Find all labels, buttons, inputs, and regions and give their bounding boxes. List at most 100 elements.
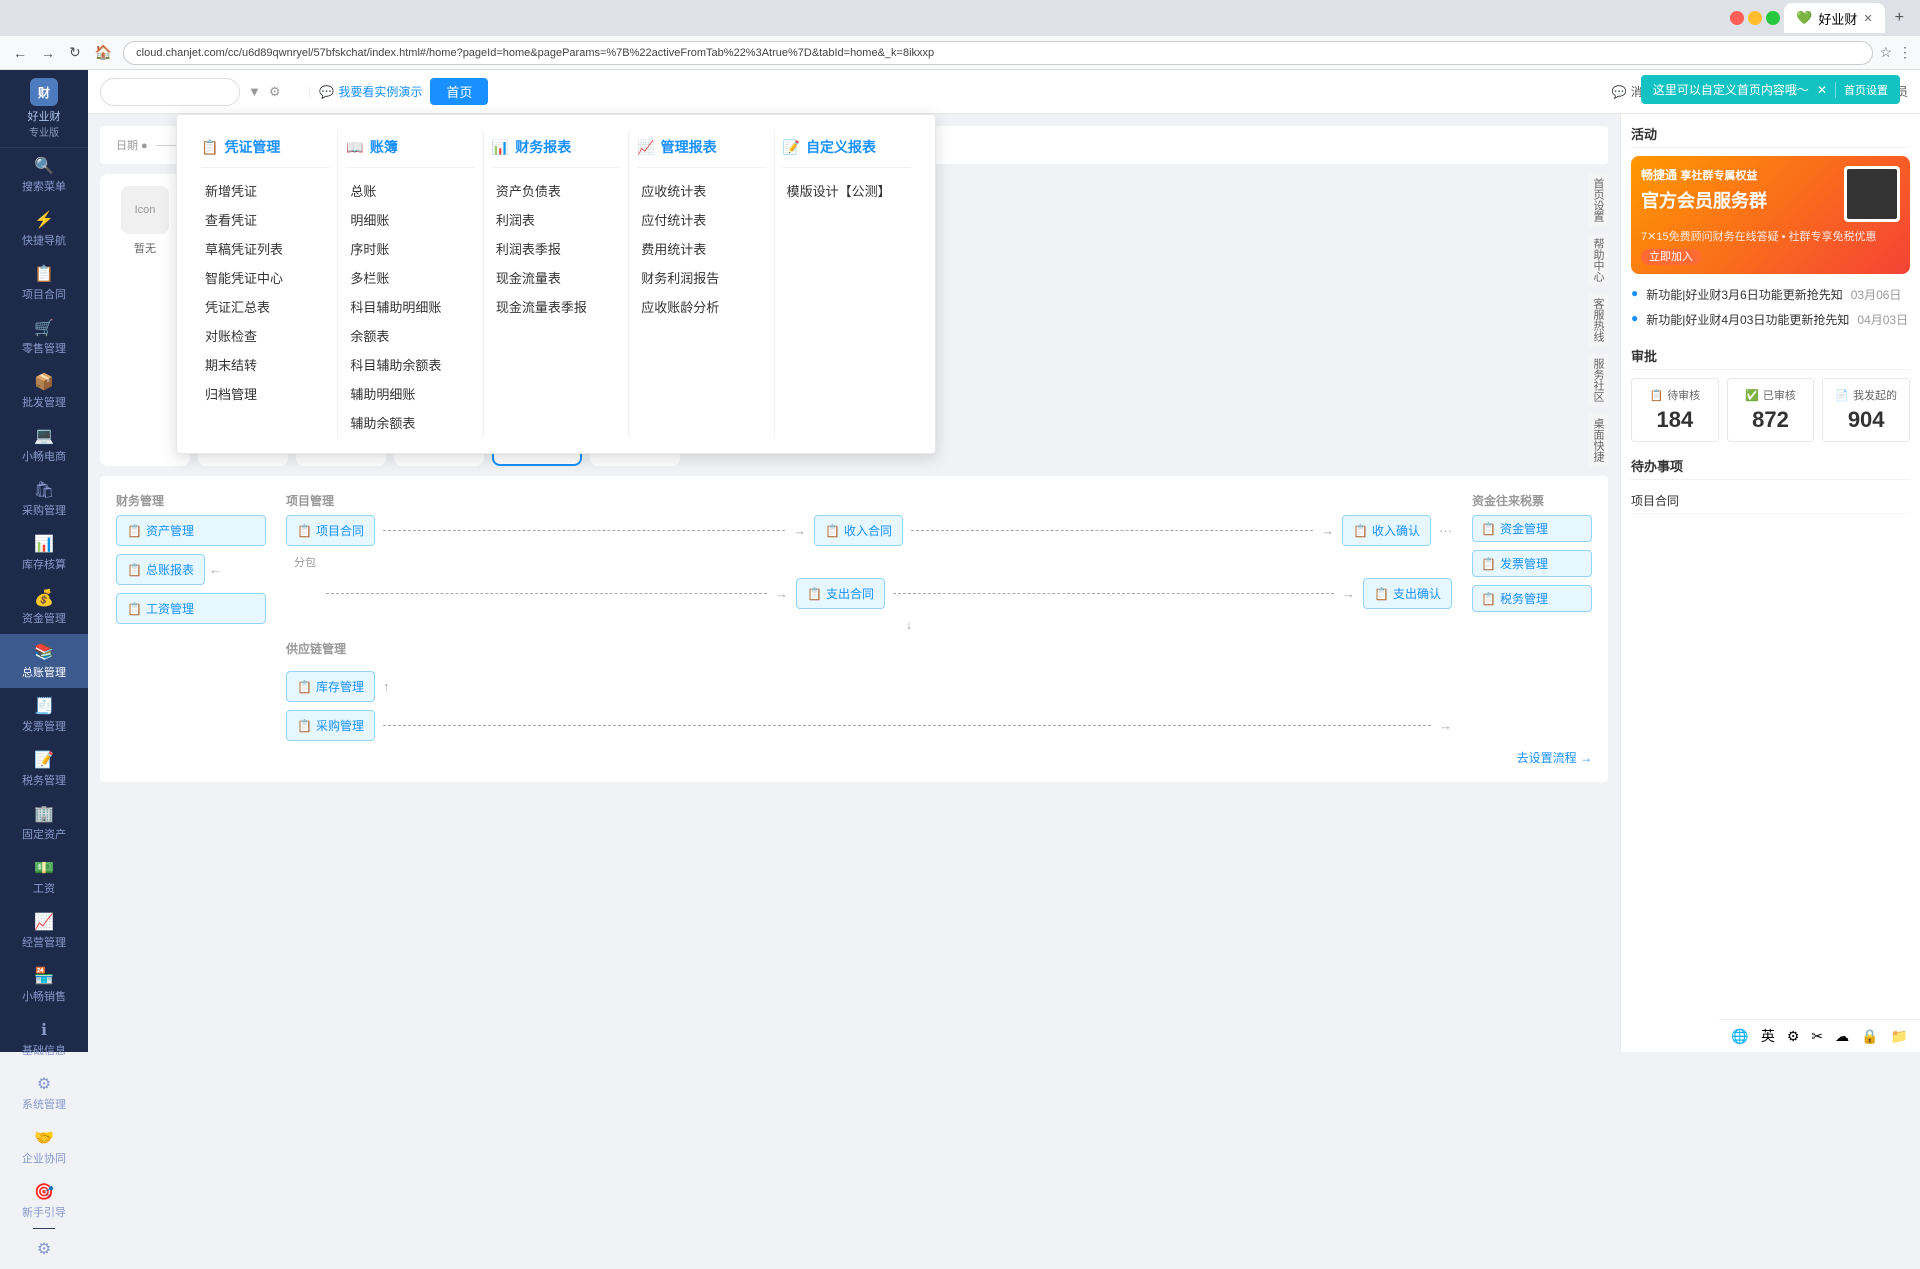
operations-icon: 📈 — [34, 912, 54, 932]
menu-item-subject-balance[interactable]: 科目辅助余额表 — [346, 350, 474, 379]
menu-item-archive[interactable]: 归档管理 — [201, 379, 329, 408]
sidebar-item-inventory[interactable]: 📊 库存核算 — [0, 526, 88, 580]
menu-item-profit-quarterly[interactable]: 利润表季报 — [492, 234, 620, 263]
tab-close-btn[interactable]: ✕ — [1863, 12, 1872, 25]
company-search-input[interactable] — [100, 78, 240, 106]
demo-btn[interactable]: 💬 我要看实例演示 — [319, 83, 422, 100]
menu-item-assist-balance[interactable]: 辅助余额表 — [346, 408, 474, 437]
mgmt-report-col-title: 管理报表 — [661, 137, 717, 157]
sidebar-item-fixed-assets[interactable]: 🏢 固定资产 — [0, 796, 88, 850]
menu-item-profit[interactable]: 利润表 — [492, 205, 620, 234]
quick-nav-icon: ⚡ — [34, 210, 54, 230]
sidebar-item-guide[interactable]: 🎯 新手引导 — [0, 1174, 88, 1228]
menu-item-subject-detail[interactable]: 科目辅助明细账 — [346, 292, 474, 321]
forward-btn[interactable]: → — [36, 42, 60, 63]
sidebar-item-payroll[interactable]: 💵 工资 — [0, 850, 88, 904]
menu-item-assist-detail[interactable]: 辅助明细账 — [346, 379, 474, 408]
dropdown-col-finance-report: 📊 财务报表 资产负债表 利润表 利润表季报 现金流量表 现金流量表季报 — [484, 131, 629, 437]
ledger-col-icon: 📖 — [346, 139, 363, 156]
col-header-voucher: 📋 凭证管理 — [201, 131, 329, 168]
sidebar-item-wholesale[interactable]: 📦 批发管理 — [0, 364, 88, 418]
sidebar-item-retail[interactable]: 🛒 零售管理 — [0, 310, 88, 364]
menu-item-balance-sheet[interactable]: 资产负债表 — [492, 176, 620, 205]
sidebar-label-collab: 企业协同 — [22, 1150, 66, 1166]
tab-home[interactable]: 首页 — [430, 78, 488, 105]
menu-item-detail-ledger[interactable]: 明细账 — [346, 205, 474, 234]
menu-item-payable-stat[interactable]: 应付统计表 — [637, 205, 765, 234]
win-max-btn[interactable] — [1766, 11, 1780, 25]
dropdown-col-ledger: 📖 账簿 总账 明细账 序时账 多栏账 科目辅助明细账 余额表 科目辅助余额表 … — [338, 131, 483, 437]
search-icon: 🔍 — [34, 156, 54, 176]
sidebar-item-project[interactable]: 📋 项目合同 — [0, 256, 88, 310]
menu-item-new-voucher[interactable]: 新增凭证 — [201, 176, 329, 205]
bookmark-icon[interactable]: ☆ — [1879, 44, 1892, 61]
sidebar-item-quick[interactable]: ⚡ 快捷导航 — [0, 202, 88, 256]
bottom-icon-2[interactable]: 英 — [1757, 1024, 1779, 1048]
tab-title: 好业财 — [1818, 9, 1857, 28]
menu-item-aging-analysis[interactable]: 应收账龄分析 — [637, 292, 765, 321]
sidebar-label-purchase: 采购管理 — [22, 502, 66, 518]
sidebar-item-purchase[interactable]: 🛍 采购管理 — [0, 472, 88, 526]
menu-item-draft-voucher[interactable]: 草稿凭证列表 — [201, 234, 329, 263]
sidebar-item-operations[interactable]: 📈 经营管理 — [0, 904, 88, 958]
dropdown-menu: 📋 凭证管理 新增凭证 查看凭证 草稿凭证列表 智能凭证中心 凭证汇总表 对账检… — [176, 114, 936, 454]
menu-item-period-close[interactable]: 期末结转 — [201, 350, 329, 379]
inventory-icon: 📊 — [34, 534, 54, 554]
url-text: cloud.chanjet.com/cc/u6d89qwnryel/57bfsk… — [136, 47, 934, 59]
menu-item-view-voucher[interactable]: 查看凭证 — [201, 205, 329, 234]
sidebar-item-ecommerce[interactable]: 💻 小畅电商 — [0, 418, 88, 472]
dropdown-col-mgmt-report: 📈 管理报表 应收统计表 应付统计表 费用统计表 财务利润报告 应收账龄分析 — [629, 131, 774, 437]
browser-tab-active[interactable]: 💚 好业财 ✕ — [1784, 3, 1884, 33]
bottom-icon-3[interactable]: ⚙ — [1783, 1026, 1804, 1047]
sidebar-item-sales[interactable]: 🏪 小畅销售 — [0, 958, 88, 1012]
settings-gear-icon[interactable]: ⚙ — [269, 84, 281, 100]
menu-item-multi-col[interactable]: 多栏账 — [346, 263, 474, 292]
demo-icon: 💬 — [319, 85, 334, 99]
ledger-icon: 📚 — [34, 642, 54, 662]
sidebar-settings-btn[interactable]: ⚙ — [33, 1229, 55, 1269]
bottom-icon-1[interactable]: 🌐 — [1727, 1026, 1752, 1047]
sidebar-item-system[interactable]: ⚙ 系统管理 — [0, 1066, 88, 1120]
menu-item-voucher-summary[interactable]: 凭证汇总表 — [201, 292, 329, 321]
win-min-btn[interactable] — [1748, 11, 1762, 25]
back-btn[interactable]: ← — [8, 42, 32, 63]
sidebar-label-ledger: 总账管理 — [22, 664, 66, 680]
reload-btn[interactable]: ↻ — [64, 42, 86, 63]
menu-item-sequence-ledger[interactable]: 序时账 — [346, 234, 474, 263]
sidebar-item-basic[interactable]: ℹ 基础信息 — [0, 1012, 88, 1066]
menu-item-receivable-stat[interactable]: 应收统计表 — [637, 176, 765, 205]
ledger-col-title: 账簿 — [370, 137, 398, 157]
home-btn[interactable]: 🏠 — [90, 42, 117, 63]
main-content: ▼ ⚙ | 💬 我要看实例演示 首页 💬 消息 99+ — [88, 70, 1920, 1052]
menu-item-smart-voucher[interactable]: 智能凭证中心 — [201, 263, 329, 292]
sidebar-item-tax[interactable]: 📝 税务管理 — [0, 742, 88, 796]
win-close-btn[interactable] — [1730, 11, 1744, 25]
bottom-icon-4[interactable]: ✂ — [1807, 1026, 1827, 1047]
extension-icon[interactable]: ⋮ — [1898, 44, 1912, 61]
dropdown-arrow-icon[interactable]: ▼ — [248, 84, 261, 99]
address-bar[interactable]: cloud.chanjet.com/cc/u6d89qwnryel/57bfsk… — [123, 41, 1873, 65]
sidebar-item-search[interactable]: 🔍 搜索菜单 — [0, 148, 88, 202]
sidebar-label-tax: 税务管理 — [22, 772, 66, 788]
bottom-icon-7[interactable]: 📁 — [1887, 1026, 1912, 1047]
settings-icon: ⚙ — [37, 1239, 51, 1259]
menu-item-general-ledger[interactable]: 总账 — [346, 176, 474, 205]
retail-icon: 🛒 — [34, 318, 54, 338]
menu-item-finance-profit[interactable]: 财务利润报告 — [637, 263, 765, 292]
bottom-icon-5[interactable]: ☁ — [1831, 1026, 1853, 1047]
voucher-col-icon: 📋 — [201, 139, 218, 156]
menu-item-expense-stat[interactable]: 费用统计表 — [637, 234, 765, 263]
sidebar-label-system: 系统管理 — [22, 1096, 66, 1112]
sidebar-item-fund[interactable]: 💰 资金管理 — [0, 580, 88, 634]
bottom-icon-6[interactable]: 🔒 — [1857, 1026, 1882, 1047]
sidebar-item-invoice[interactable]: 🧾 发票管理 — [0, 688, 88, 742]
sidebar-item-ledger[interactable]: 📚 总账管理 — [0, 634, 88, 688]
menu-item-cashflow[interactable]: 现金流量表 — [492, 263, 620, 292]
menu-item-reconcile[interactable]: 对账检查 — [201, 321, 329, 350]
menu-item-cashflow-quarterly[interactable]: 现金流量表季报 — [492, 292, 620, 321]
sidebar-label-invoice: 发票管理 — [22, 718, 66, 734]
menu-item-balance[interactable]: 余额表 — [346, 321, 474, 350]
sidebar-item-collab[interactable]: 🤝 企业协同 — [0, 1120, 88, 1174]
menu-item-template-design[interactable]: 模版设计【公测】 — [783, 176, 911, 205]
new-tab-btn[interactable]: + — [1887, 9, 1912, 27]
